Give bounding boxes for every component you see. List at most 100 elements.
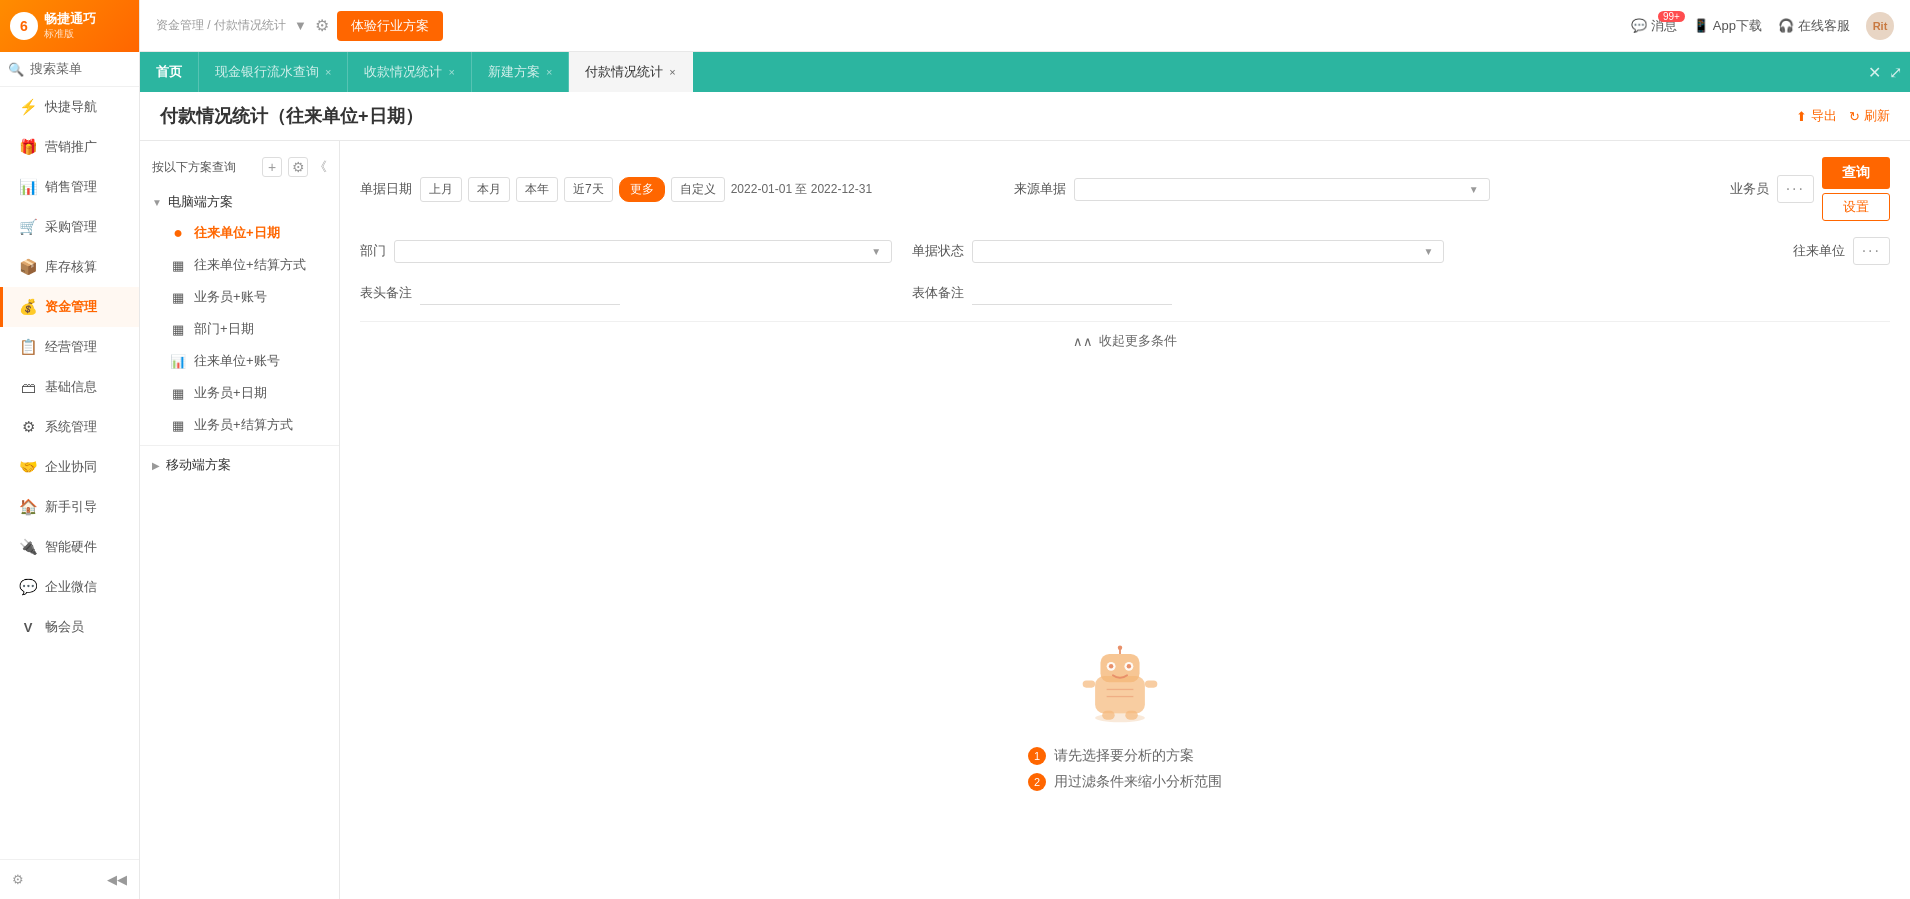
sidebar-item-quick-nav[interactable]: ⚡ 快捷导航 bbox=[0, 87, 139, 127]
date-btn-this-year[interactable]: 本年 bbox=[516, 177, 558, 202]
scheme-panel-actions: + ⚙ 《 bbox=[262, 157, 327, 177]
sidebar-item-purchase[interactable]: 🛒 采购管理 bbox=[0, 207, 139, 247]
scheme-settings-btn[interactable]: ⚙ bbox=[288, 157, 308, 177]
guide-icon: 🏠 bbox=[19, 498, 37, 516]
filter-item-partner: 往来单位 ··· bbox=[1464, 237, 1890, 265]
scheme-item-dept-date[interactable]: ▦ 部门+日期 bbox=[140, 313, 339, 345]
scheme-collapse-btn[interactable]: 《 bbox=[314, 158, 327, 176]
sidebar-item-sales[interactable]: 📊 销售管理 bbox=[0, 167, 139, 207]
filter-item-staff: 业务员 ··· 查询 设置 bbox=[1510, 157, 1890, 221]
sidebar-item-label: 系统管理 bbox=[45, 418, 97, 436]
scheme-section-desktop: ▼ 电脑端方案 ● 往来单位+日期 ▦ 往来单位+结算方式 ▦ bbox=[140, 187, 339, 441]
doc-status-label: 单据状态 bbox=[912, 242, 964, 260]
scheme-section-mobile-header[interactable]: ▶ 移动端方案 bbox=[140, 450, 339, 480]
sidebar-settings-btn[interactable]: ⚙ bbox=[8, 868, 28, 891]
scheme-item-unit-date[interactable]: ● 往来单位+日期 bbox=[140, 217, 339, 249]
breadcrumb: 资金管理 / 付款情况统计 bbox=[156, 17, 286, 34]
sidebar-nav: ⚡ 快捷导航 🎁 营销推广 📊 销售管理 🛒 采购管理 📦 库存核算 💰 bbox=[0, 87, 139, 859]
tabbar: 首页 现金银行流水查询 × 收款情况统计 × 新建方案 × 付款情况统计 × ✕… bbox=[140, 52, 1910, 92]
doc-status-select[interactable]: ▼ bbox=[972, 240, 1444, 263]
trial-btn[interactable]: 体验行业方案 bbox=[337, 11, 443, 41]
date-range-text: 2022-01-01 至 2022-12-31 bbox=[731, 181, 872, 198]
sidebar-item-member[interactable]: V 畅会员 bbox=[0, 607, 139, 647]
logo-sub: 标准版 bbox=[44, 27, 96, 41]
scheme-section-mobile: ▶ 移动端方案 bbox=[140, 450, 339, 480]
date-btn-last-month[interactable]: 上月 bbox=[420, 177, 462, 202]
table-body-note-input[interactable] bbox=[972, 281, 1172, 305]
sidebar-item-wechat[interactable]: 💬 企业微信 bbox=[0, 567, 139, 607]
tab-receipt-stats-label: 收款情况统计 bbox=[364, 63, 442, 81]
sidebar-collapse-btn[interactable]: ◀◀ bbox=[103, 868, 131, 891]
tab-cash-flow[interactable]: 现金银行流水查询 × bbox=[199, 52, 348, 92]
sidebar-item-guide[interactable]: 🏠 新手引导 bbox=[0, 487, 139, 527]
tab-new-scheme[interactable]: 新建方案 × bbox=[472, 52, 569, 92]
partner-label: 往来单位 bbox=[1793, 242, 1845, 260]
partner-select[interactable]: ··· bbox=[1853, 237, 1890, 265]
scheme-item-staff-settle[interactable]: ▦ 业务员+结算方式 bbox=[140, 409, 339, 441]
tab-close-all-btn[interactable]: ✕ bbox=[1868, 63, 1881, 82]
scheme-item-staff-account[interactable]: ▦ 业务员+账号 bbox=[140, 281, 339, 313]
tab-payment-stats-close[interactable]: × bbox=[669, 66, 675, 78]
scheme-item-label-unit-date: 往来单位+日期 bbox=[194, 224, 280, 242]
online-service-btn[interactable]: 🎧 在线客服 bbox=[1778, 17, 1850, 35]
tab-receipt-stats[interactable]: 收款情况统计 × bbox=[348, 52, 471, 92]
sidebar-item-cooperation[interactable]: 🤝 企业协同 bbox=[0, 447, 139, 487]
table-header-note-input[interactable] bbox=[420, 281, 620, 305]
sidebar-item-operation[interactable]: 📋 经营管理 bbox=[0, 327, 139, 367]
staff-label: 业务员 bbox=[1730, 180, 1769, 198]
scheme-item-label-staff-date: 业务员+日期 bbox=[194, 384, 267, 402]
sidebar-item-label: 快捷导航 bbox=[45, 98, 97, 116]
tab-fullscreen-btn[interactable]: ⤢ bbox=[1889, 63, 1902, 82]
breadcrumb-dropdown-icon[interactable]: ▼ bbox=[294, 18, 307, 33]
sidebar-item-basic-info[interactable]: 🗃 基础信息 bbox=[0, 367, 139, 407]
filter-area: 单据日期 上月 本月 本年 近7天 更多 自定义 2022-01-01 至 20… bbox=[340, 141, 1910, 536]
sidebar-item-label: 采购管理 bbox=[45, 218, 97, 236]
sidebar-item-label: 销售管理 bbox=[45, 178, 97, 196]
staff-select[interactable]: ··· bbox=[1777, 175, 1814, 203]
logo-text-group: 畅捷通巧 标准版 bbox=[44, 11, 96, 41]
scheme-item-unit-account[interactable]: 📊 往来单位+账号 bbox=[140, 345, 339, 377]
scheme-add-btn[interactable]: + bbox=[262, 157, 282, 177]
app-download-btn[interactable]: 📱 App下载 bbox=[1693, 17, 1762, 35]
marketing-icon: 🎁 bbox=[19, 138, 37, 156]
dept-label: 部门 bbox=[360, 242, 386, 260]
sidebar-item-inventory[interactable]: 📦 库存核算 bbox=[0, 247, 139, 287]
messages-btn[interactable]: 💬 消息 99+ bbox=[1631, 17, 1677, 35]
robot-svg bbox=[1075, 645, 1165, 725]
date-btn-last-7days[interactable]: 近7天 bbox=[564, 177, 613, 202]
sidebar-search[interactable]: 🔍 搜索菜单 bbox=[0, 52, 139, 87]
sidebar: 6 畅捷通巧 标准版 🔍 搜索菜单 ⚡ 快捷导航 🎁 营销推广 📊 bbox=[0, 0, 140, 899]
empty-tip-2: 2 用过滤条件来缩小分析范围 bbox=[1028, 773, 1222, 791]
table-header-note-label: 表头备注 bbox=[360, 284, 412, 302]
date-btn-more[interactable]: 更多 bbox=[619, 177, 665, 202]
tab-home[interactable]: 首页 bbox=[140, 52, 199, 92]
scheme-item-unit-settle[interactable]: ▦ 往来单位+结算方式 bbox=[140, 249, 339, 281]
export-btn[interactable]: ⬆ 导出 bbox=[1796, 107, 1837, 125]
sidebar-item-label: 营销推广 bbox=[45, 138, 97, 156]
settings-btn[interactable]: 设置 bbox=[1822, 193, 1890, 221]
date-btn-this-month[interactable]: 本月 bbox=[468, 177, 510, 202]
tab-payment-stats[interactable]: 付款情况统计 × bbox=[569, 52, 692, 92]
tab-cash-flow-close[interactable]: × bbox=[325, 66, 331, 78]
dept-select[interactable]: ▼ bbox=[394, 240, 892, 263]
refresh-btn[interactable]: ↻ 刷新 bbox=[1849, 107, 1890, 125]
query-btn[interactable]: 查询 bbox=[1822, 157, 1890, 189]
source-doc-select[interactable]: ▼ bbox=[1074, 178, 1490, 201]
sidebar-item-funds[interactable]: 💰 资金管理 bbox=[0, 287, 139, 327]
scheme-section-desktop-header[interactable]: ▼ 电脑端方案 bbox=[140, 187, 339, 217]
scheme-item-staff-date[interactable]: ▦ 业务员+日期 bbox=[140, 377, 339, 409]
sidebar-item-hardware[interactable]: 🔌 智能硬件 bbox=[0, 527, 139, 567]
tab-new-scheme-close[interactable]: × bbox=[546, 66, 552, 78]
service-icon: 🎧 bbox=[1778, 18, 1794, 33]
avatar[interactable]: Rit bbox=[1866, 12, 1894, 40]
date-btn-custom[interactable]: 自定义 bbox=[671, 177, 725, 202]
funds-icon: 💰 bbox=[19, 298, 37, 316]
sidebar-item-system[interactable]: ⚙ 系统管理 bbox=[0, 407, 139, 447]
sidebar-footer: ⚙ ◀◀ bbox=[0, 859, 139, 899]
tab-receipt-stats-close[interactable]: × bbox=[448, 66, 454, 78]
topbar-settings-icon[interactable]: ⚙ bbox=[315, 16, 329, 35]
source-doc-arrow-icon: ▼ bbox=[1469, 184, 1479, 195]
sidebar-item-marketing[interactable]: 🎁 营销推广 bbox=[0, 127, 139, 167]
scheme-section-mobile-label: 移动端方案 bbox=[166, 456, 231, 474]
collapse-more-btn[interactable]: ∧∧ 收起更多条件 bbox=[360, 321, 1890, 360]
